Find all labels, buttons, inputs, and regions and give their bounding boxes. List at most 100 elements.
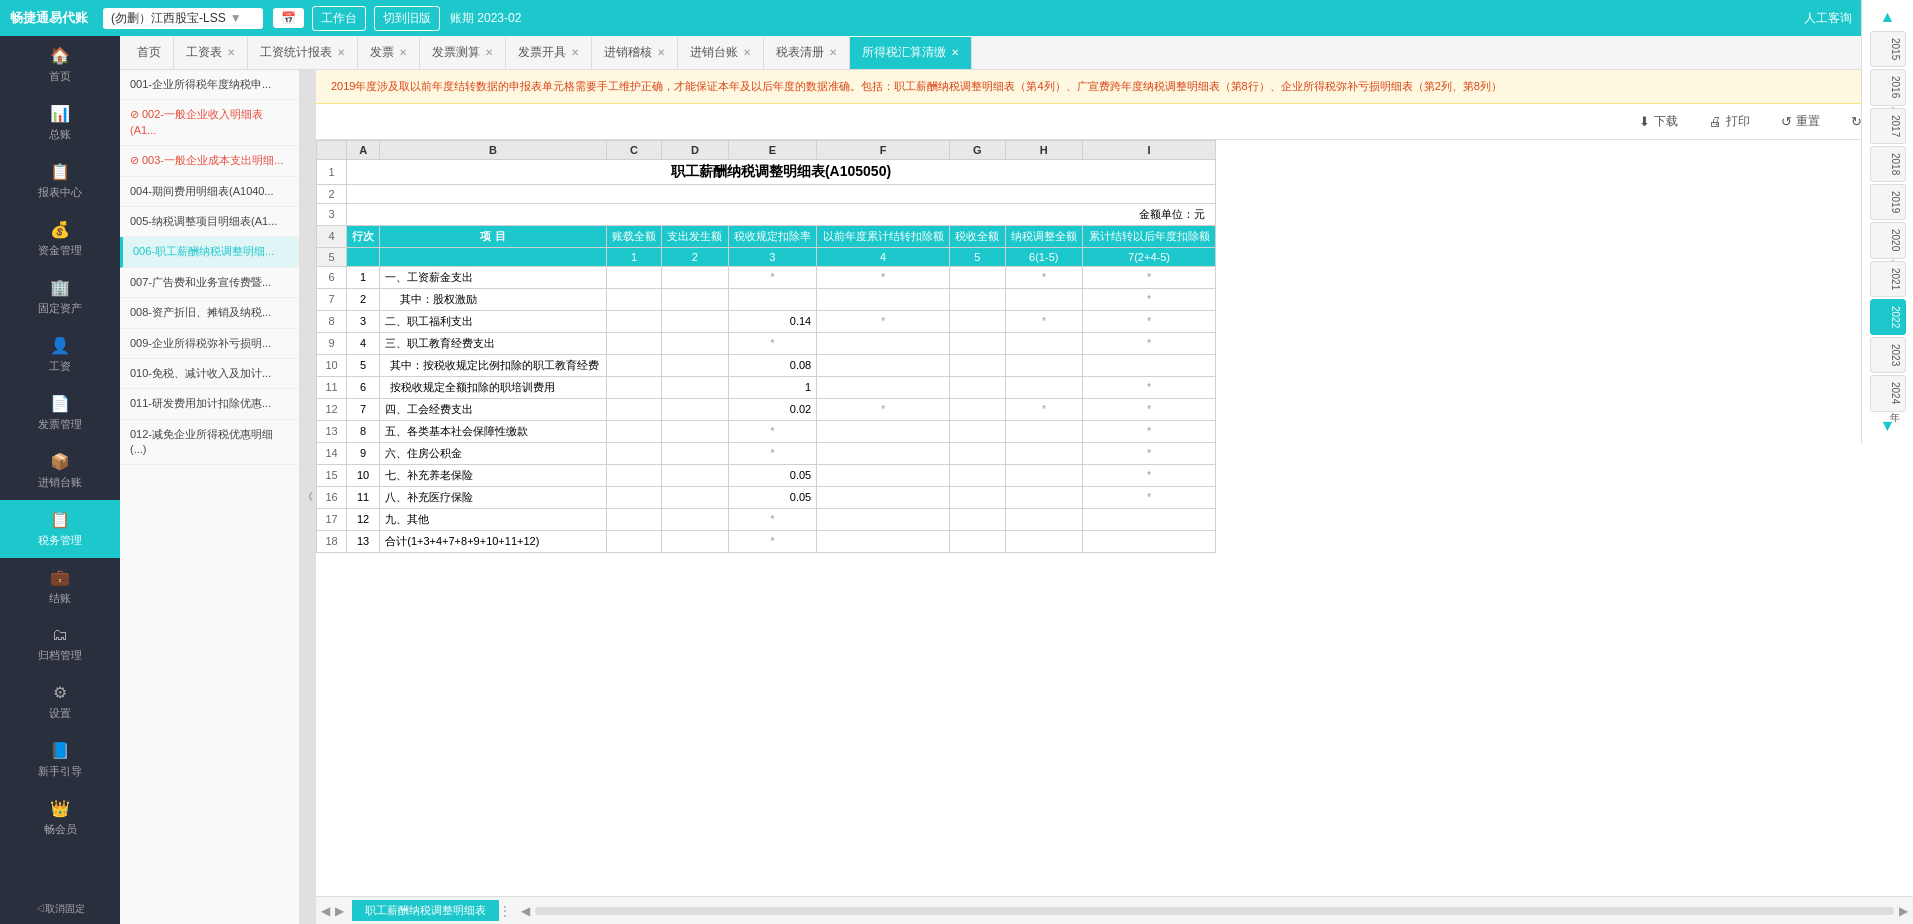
service-link[interactable]: 人工客询 [1804,10,1852,27]
left-panel-item-007[interactable]: 007-广告费和业务宣传费暨... [120,268,299,298]
tab-salary-stats[interactable]: 工资统计报表✕ [248,37,358,69]
print-button[interactable]: 🖨 打印 [1701,110,1758,133]
close-tab-ledger[interactable]: ✕ [743,47,751,58]
left-panel-item-003[interactable]: ⊘003-一般企业成本支出明细... [120,146,299,176]
sidebar-item-member[interactable]: 👑 畅会员 [0,789,120,847]
sidebar-item-salary[interactable]: 👤 工资 [0,326,120,384]
left-panel-item-005[interactable]: 005-纳税调整项目明细表(A1... [120,207,299,237]
tab-salary-sheet[interactable]: 工资表✕ [174,37,248,69]
left-panel-item-009[interactable]: 009-企业所得税弥补亏损明... [120,329,299,359]
switch-btn[interactable]: 切到旧版 [374,6,440,31]
hdr-item: 项 目 [380,225,607,247]
reports-icon: 📋 [50,162,70,181]
cancel-fixed-btn[interactable]: ◁取消固定 [0,894,120,924]
table-row-8: 8 3 二、职工福利支出 0.14 * * * [317,310,1216,332]
year-2023[interactable]: 2023年 [1870,337,1906,373]
close-tab-salary[interactable]: ✕ [227,47,235,58]
left-panel-item-011[interactable]: 011-研发费用加计扣除优惠... [120,389,299,419]
top-bar-actions: 📅 工作台 切到旧版 [273,6,440,31]
table-row-14: 14 9 六、住房公积金 * * [317,442,1216,464]
sheet-menu-icon[interactable]: ⋮ [499,904,511,918]
tab-tax-settlement[interactable]: 所得税汇算清缴✕ [850,37,972,69]
sidebar-label-ledger: 总账 [49,127,71,142]
year-2022[interactable]: 2022年 [1870,299,1906,335]
year-down-btn[interactable]: ▼ [1877,414,1899,438]
sidebar-item-settings[interactable]: ⚙ 设置 [0,673,120,731]
toolbar: ⬇ 下载 🖨 打印 ↺ 重置 ↻ 刷新 [316,104,1913,140]
sidebar-item-funds[interactable]: 💰 资金管理 [0,210,120,268]
close-tab-open[interactable]: ✕ [571,47,579,58]
year-2020[interactable]: 2020年 [1870,222,1906,258]
hdr-carry-forward: 累计结转以后年度扣除额 [1083,225,1216,247]
year-2024[interactable]: 2024年 [1870,375,1906,411]
scroll-left-icon[interactable]: ◀ [521,904,530,918]
tab-sales-ledger[interactable]: 进销台账✕ [678,37,764,69]
sheet-prev-btn[interactable]: ◀ [321,904,330,918]
close-tab-register[interactable]: ✕ [829,47,837,58]
close-tab-settlement[interactable]: ✕ [951,47,959,58]
year-2021[interactable]: 2021年 [1870,261,1906,297]
sales-icon: 📦 [50,452,70,471]
tab-home[interactable]: 首页 [125,37,174,69]
left-panel-item-010[interactable]: 010-免税、减计收入及加计... [120,359,299,389]
sidebar-label-sales: 进销台账 [38,475,82,490]
content-area: 首页 工资表✕ 工资统计报表✕ 发票✕ 发票测算✕ 发票开具✕ 进销稽核✕ 进销… [120,36,1913,924]
reset-button[interactable]: ↺ 重置 [1773,110,1828,133]
sidebar-item-invoice[interactable]: 📄 发票管理 [0,384,120,442]
hdr-rownum: 行次 [347,225,380,247]
col-header-E: E [728,140,817,159]
archive-icon: 🗂 [52,626,68,644]
sub-hdr-5: 5 [950,247,1005,266]
sidebar-item-close[interactable]: 💼 结账 [0,558,120,616]
tab-invoice-calc[interactable]: 发票测算✕ [420,37,506,69]
close-tab-check[interactable]: ✕ [657,47,665,58]
left-panel-item-001[interactable]: 001-企业所得税年度纳税申... [120,70,299,100]
sidebar-item-assets[interactable]: 🏢 固定资产 [0,268,120,326]
year-2019[interactable]: 2019年 [1870,184,1906,220]
bottom-tab-icons: ⋮ [499,904,511,918]
left-panel-item-012[interactable]: 012-减免企业所得税优惠明细(...) [120,420,299,466]
sidebar-item-sales[interactable]: 📦 进销台账 [0,442,120,500]
home-icon: 🏠 [50,46,70,65]
sub-hdr-3: 3 [728,247,817,266]
sheet-scroll-left[interactable]: ◀ [521,904,530,918]
scroll-right-icon[interactable]: ▶ [1899,904,1908,918]
sidebar-item-home[interactable]: 🏠 首页 [0,36,120,94]
collapse-panel-btn[interactable]: 《 [300,70,316,924]
tab-bar: 首页 工资表✕ 工资统计报表✕ 发票✕ 发票测算✕ 发票开具✕ 进销稽核✕ 进销… [120,36,1913,70]
sheet-tab-main[interactable]: 职工薪酬纳税调整明细表 [352,900,499,921]
sub-hdr-1: 1 [606,247,661,266]
workspace-button[interactable]: 工作台 [312,6,366,31]
sidebar-item-guide[interactable]: 📘 新手引导 [0,731,120,789]
horizontal-scrollbar[interactable] [535,907,1894,915]
sub-hdr-6: 6(1-5) [1005,247,1083,266]
year-2018[interactable]: 2018年 [1870,146,1906,182]
sidebar-item-archive[interactable]: 🗂 归档管理 [0,616,120,673]
top-bar: 畅捷通易代账 (勿删）江西股宝-LSS ▼ 📅 工作台 切到旧版 账期 2023… [0,0,1913,36]
tab-invoice[interactable]: 发票✕ [358,37,420,69]
table-row-1: 1 职工薪酬纳税调整明细表(A105050) [317,159,1216,184]
left-panel-item-006[interactable]: 006-职工薪酬纳税调整明细... [120,237,299,267]
download-button[interactable]: ⬇ 下载 [1631,110,1686,133]
spreadsheet-container[interactable]: A B C D E F G H I [316,140,1913,897]
tab-invoice-open[interactable]: 发票开具✕ [506,37,592,69]
company-selector[interactable]: (勿删）江西股宝-LSS ▼ [103,8,263,29]
company-dropdown-icon: ▼ [230,11,242,25]
year-2017[interactable]: 2017年 [1870,140,1906,144]
left-panel-item-008[interactable]: 008-资产折旧、摊销及纳税... [120,298,299,328]
sidebar-item-reports[interactable]: 📋 报表中心 [0,152,120,210]
sidebar-item-ledger[interactable]: 📊 总账 [0,94,120,152]
col-header-rownum [317,140,347,159]
left-panel-item-004[interactable]: 004-期间费用明细表(A1040... [120,177,299,207]
close-tab-stats[interactable]: ✕ [337,47,345,58]
close-tab-calc[interactable]: ✕ [485,47,493,58]
close-tab-invoice[interactable]: ✕ [399,47,407,58]
tab-tax-register[interactable]: 税表清册✕ [764,37,850,69]
sidebar-item-tax[interactable]: 📋 税务管理 [0,500,120,558]
tab-sales-check[interactable]: 进销稽核✕ [592,37,678,69]
sheet-next-btn[interactable]: ▶ [335,904,344,918]
hdr-book-total: 账载全额 [606,225,661,247]
left-panel-item-002[interactable]: ⊘002-一般企业收入明细表(A1... [120,100,299,146]
calendar-icon-btn[interactable]: 📅 [273,8,304,28]
sidebar-label-salary: 工资 [49,359,71,374]
